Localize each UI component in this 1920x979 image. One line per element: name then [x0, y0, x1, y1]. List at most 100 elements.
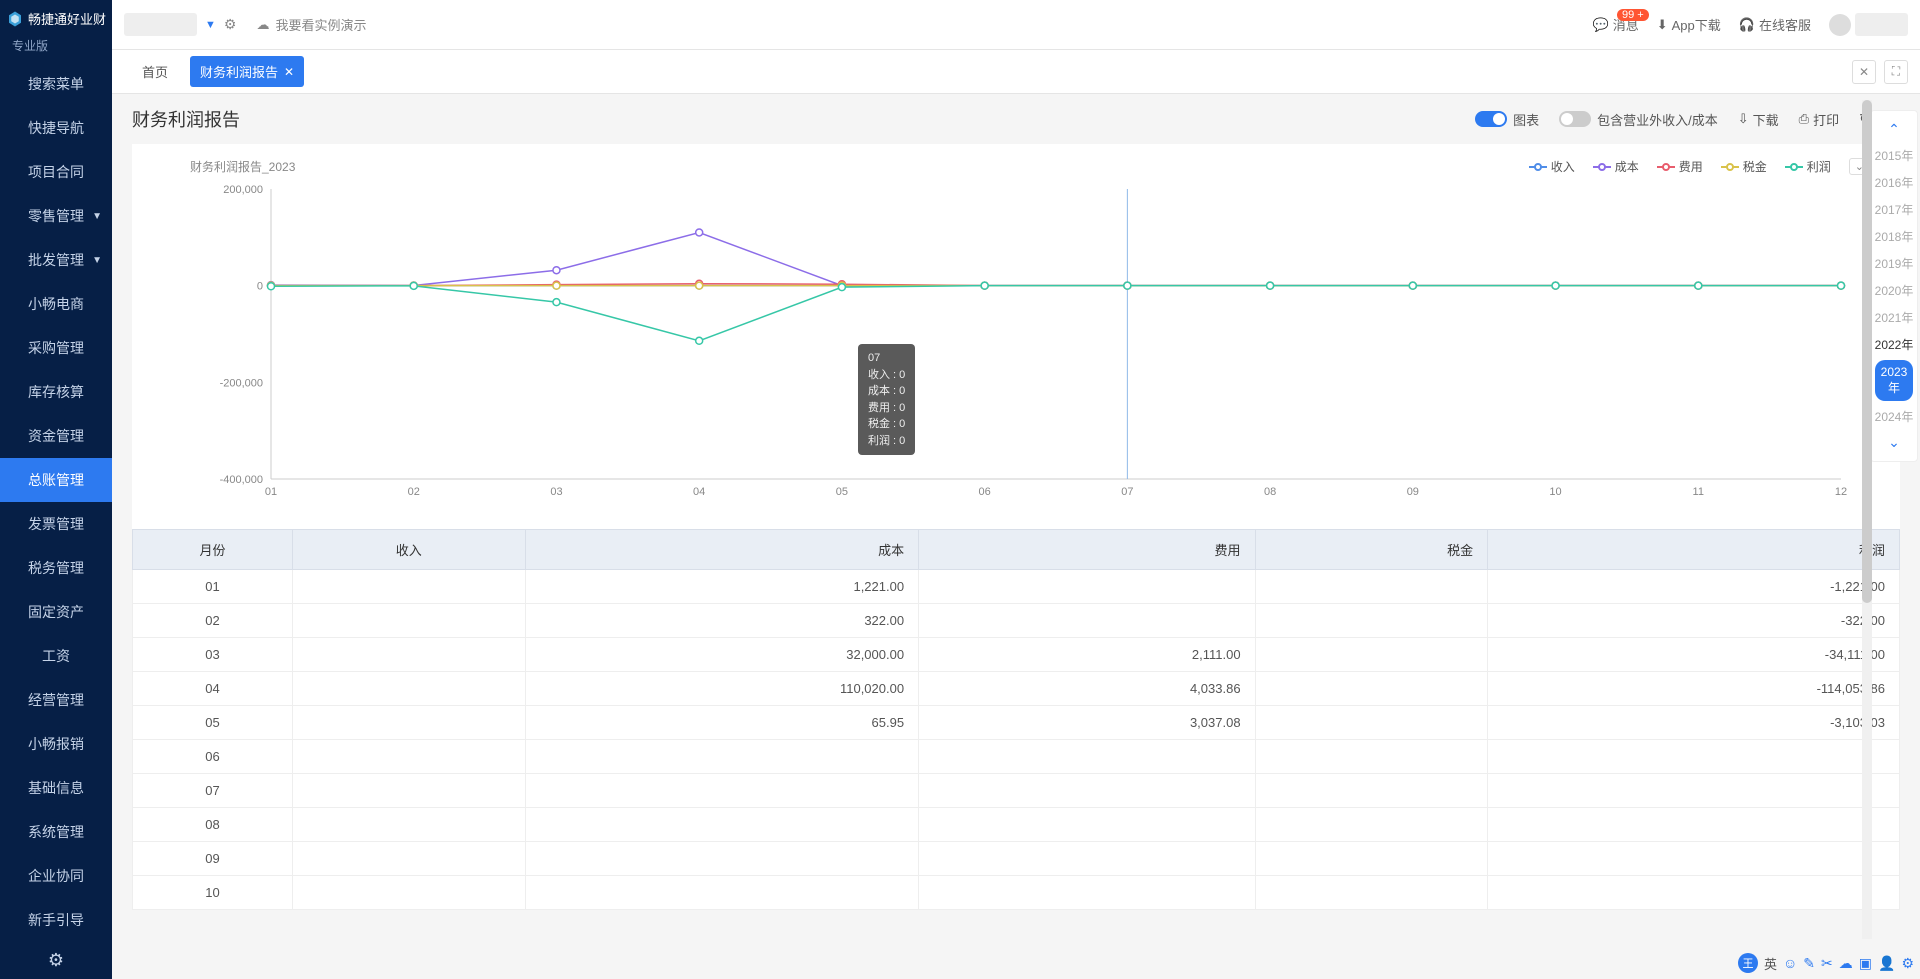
- legend-marker: [1657, 163, 1675, 171]
- svg-text:11: 11: [1693, 486, 1704, 498]
- svg-text:06: 06: [979, 486, 991, 498]
- ime-gear-icon[interactable]: ⚙: [1901, 955, 1914, 972]
- sidebar-item-快捷导航[interactable]: 快捷导航: [0, 106, 112, 150]
- table-row: 08: [133, 808, 1900, 842]
- customer-service-button[interactable]: 🎧 在线客服: [1739, 15, 1811, 34]
- legend-marker: [1785, 163, 1803, 171]
- vertical-scrollbar[interactable]: [1862, 100, 1872, 939]
- brand-edition: 专业版: [0, 37, 112, 54]
- svg-text:05: 05: [836, 486, 848, 498]
- chart-toggle[interactable]: 图表: [1475, 110, 1539, 129]
- year-item-2017年[interactable]: 2017年: [1871, 196, 1917, 223]
- extra-income-switch[interactable]: [1559, 111, 1591, 127]
- fullscreen-button[interactable]: ⛶: [1884, 60, 1908, 84]
- app-download-button[interactable]: ⬇ App下载: [1657, 15, 1721, 34]
- legend-item-费用[interactable]: 费用: [1657, 158, 1703, 175]
- svg-text:04: 04: [693, 486, 705, 498]
- legend-label: 利润: [1807, 158, 1831, 175]
- page-header: 财务利润报告 图表 包含营业外收入/成本 ⇩下载 ⎙打印 ↻刷新: [132, 94, 1900, 144]
- year-scroll-down-icon[interactable]: ⌄: [1871, 430, 1917, 455]
- chart-toggle-switch[interactable]: [1475, 111, 1507, 127]
- year-item-2020年[interactable]: 2020年: [1871, 277, 1917, 304]
- chevron-down-icon: ▼: [205, 19, 216, 31]
- sidebar-item-批发管理[interactable]: 批发管理▼: [0, 238, 112, 282]
- sidebar-item-系统管理[interactable]: 系统管理: [0, 810, 112, 854]
- legend-item-税金[interactable]: 税金: [1721, 158, 1767, 175]
- svg-text:10: 10: [1549, 486, 1561, 498]
- year-item-2022年[interactable]: 2022年: [1871, 331, 1917, 358]
- legend-item-成本[interactable]: 成本: [1593, 158, 1639, 175]
- sidebar-item-固定资产[interactable]: 固定资产: [0, 590, 112, 634]
- year-scroll-up-icon[interactable]: ⌃: [1871, 117, 1917, 142]
- table-row: 09: [133, 842, 1900, 876]
- tab-财务利润报告[interactable]: 财务利润报告✕: [190, 56, 304, 87]
- year-item-2021年[interactable]: 2021年: [1871, 304, 1917, 331]
- sidebar-item-企业协同[interactable]: 企业协同: [0, 854, 112, 898]
- legend-item-收入[interactable]: 收入: [1529, 158, 1575, 175]
- print-button[interactable]: ⎙打印: [1799, 110, 1839, 129]
- download-icon: ⇩: [1738, 111, 1749, 127]
- svg-text:02: 02: [408, 486, 420, 498]
- table-row: 06: [133, 740, 1900, 774]
- ime-emoji-icon[interactable]: ☺: [1783, 955, 1797, 971]
- gear-icon[interactable]: ⚙: [224, 16, 237, 33]
- headset-icon: 🎧: [1739, 17, 1755, 33]
- ime-edit-icon[interactable]: ✎: [1803, 955, 1815, 972]
- ime-image-icon[interactable]: ▣: [1859, 955, 1872, 972]
- sidebar-item-小畅电商[interactable]: 小畅电商: [0, 282, 112, 326]
- sidebar-item-税务管理[interactable]: 税务管理: [0, 546, 112, 590]
- tab-首页[interactable]: 首页: [132, 56, 178, 87]
- ime-cloud-icon[interactable]: ☁: [1839, 955, 1853, 972]
- sidebar-item-新手引导[interactable]: 新手引导: [0, 898, 112, 942]
- tenant-selector[interactable]: ▼ ⚙: [124, 13, 236, 36]
- print-icon: ⎙: [1799, 111, 1809, 127]
- year-item-2019年[interactable]: 2019年: [1871, 250, 1917, 277]
- ime-scissors-icon[interactable]: ✂: [1821, 955, 1833, 972]
- lightbulb-icon: ☁: [256, 17, 269, 33]
- sidebar-item-总账管理[interactable]: 总账管理: [0, 458, 112, 502]
- tabs-row: 首页 财务利润报告✕ ✕ ⛶: [112, 50, 1920, 94]
- table-header: 费用: [919, 530, 1255, 570]
- sidebar-item-经营管理[interactable]: 经营管理: [0, 678, 112, 722]
- demo-link-label: 我要看实例演示: [275, 15, 366, 34]
- scrollbar-handle[interactable]: [1862, 100, 1872, 603]
- legend-label: 收入: [1551, 158, 1575, 175]
- ime-user-icon[interactable]: 👤: [1878, 955, 1895, 972]
- sidebar-item-小畅报销[interactable]: 小畅报销: [0, 722, 112, 766]
- sidebar-item-发票管理[interactable]: 发票管理: [0, 502, 112, 546]
- legend-item-利润[interactable]: 利润: [1785, 158, 1831, 175]
- messages-button[interactable]: 💬 消息 99 +: [1593, 15, 1639, 34]
- ime-brand-icon[interactable]: 王: [1738, 953, 1758, 973]
- customer-service-label: 在线客服: [1759, 15, 1811, 34]
- sidebar-item-项目合同[interactable]: 项目合同: [0, 150, 112, 194]
- sidebar: 畅捷通好业财 专业版 搜索菜单快捷导航项目合同零售管理▼批发管理▼小畅电商采购管…: [0, 0, 112, 979]
- tab-label: 首页: [142, 65, 168, 80]
- sidebar-item-搜索菜单[interactable]: 搜索菜单: [0, 62, 112, 106]
- year-item-2018年[interactable]: 2018年: [1871, 223, 1917, 250]
- table-row: 011,221.00-1,221.00: [133, 570, 1900, 604]
- sidebar-item-资金管理[interactable]: 资金管理: [0, 414, 112, 458]
- year-item-2024年[interactable]: 2024年: [1871, 403, 1917, 430]
- sidebar-item-工资[interactable]: 工资: [0, 634, 112, 678]
- print-label: 打印: [1813, 110, 1839, 129]
- extra-income-toggle[interactable]: 包含营业外收入/成本: [1559, 110, 1718, 129]
- tab-close-all-button[interactable]: ✕: [1852, 60, 1876, 84]
- year-item-2023年[interactable]: 2023年: [1875, 360, 1913, 401]
- year-item-2015年[interactable]: 2015年: [1871, 142, 1917, 169]
- table-header: 月份: [133, 530, 293, 570]
- demo-link[interactable]: ☁ 我要看实例演示: [256, 15, 366, 34]
- chart-toggle-label: 图表: [1513, 110, 1539, 129]
- download-button[interactable]: ⇩下载: [1738, 110, 1779, 129]
- sidebar-settings-icon[interactable]: ⚙: [0, 942, 112, 979]
- svg-text:03: 03: [550, 486, 562, 498]
- legend-label: 税金: [1743, 158, 1767, 175]
- sidebar-item-基础信息[interactable]: 基础信息: [0, 766, 112, 810]
- sidebar-item-库存核算[interactable]: 库存核算: [0, 370, 112, 414]
- year-item-2016年[interactable]: 2016年: [1871, 169, 1917, 196]
- ime-mode[interactable]: 英: [1764, 954, 1777, 973]
- svg-text:-200,000: -200,000: [220, 377, 263, 389]
- close-icon[interactable]: ✕: [284, 65, 294, 79]
- sidebar-item-采购管理[interactable]: 采购管理: [0, 326, 112, 370]
- user-menu[interactable]: [1829, 13, 1908, 36]
- sidebar-item-零售管理[interactable]: 零售管理▼: [0, 194, 112, 238]
